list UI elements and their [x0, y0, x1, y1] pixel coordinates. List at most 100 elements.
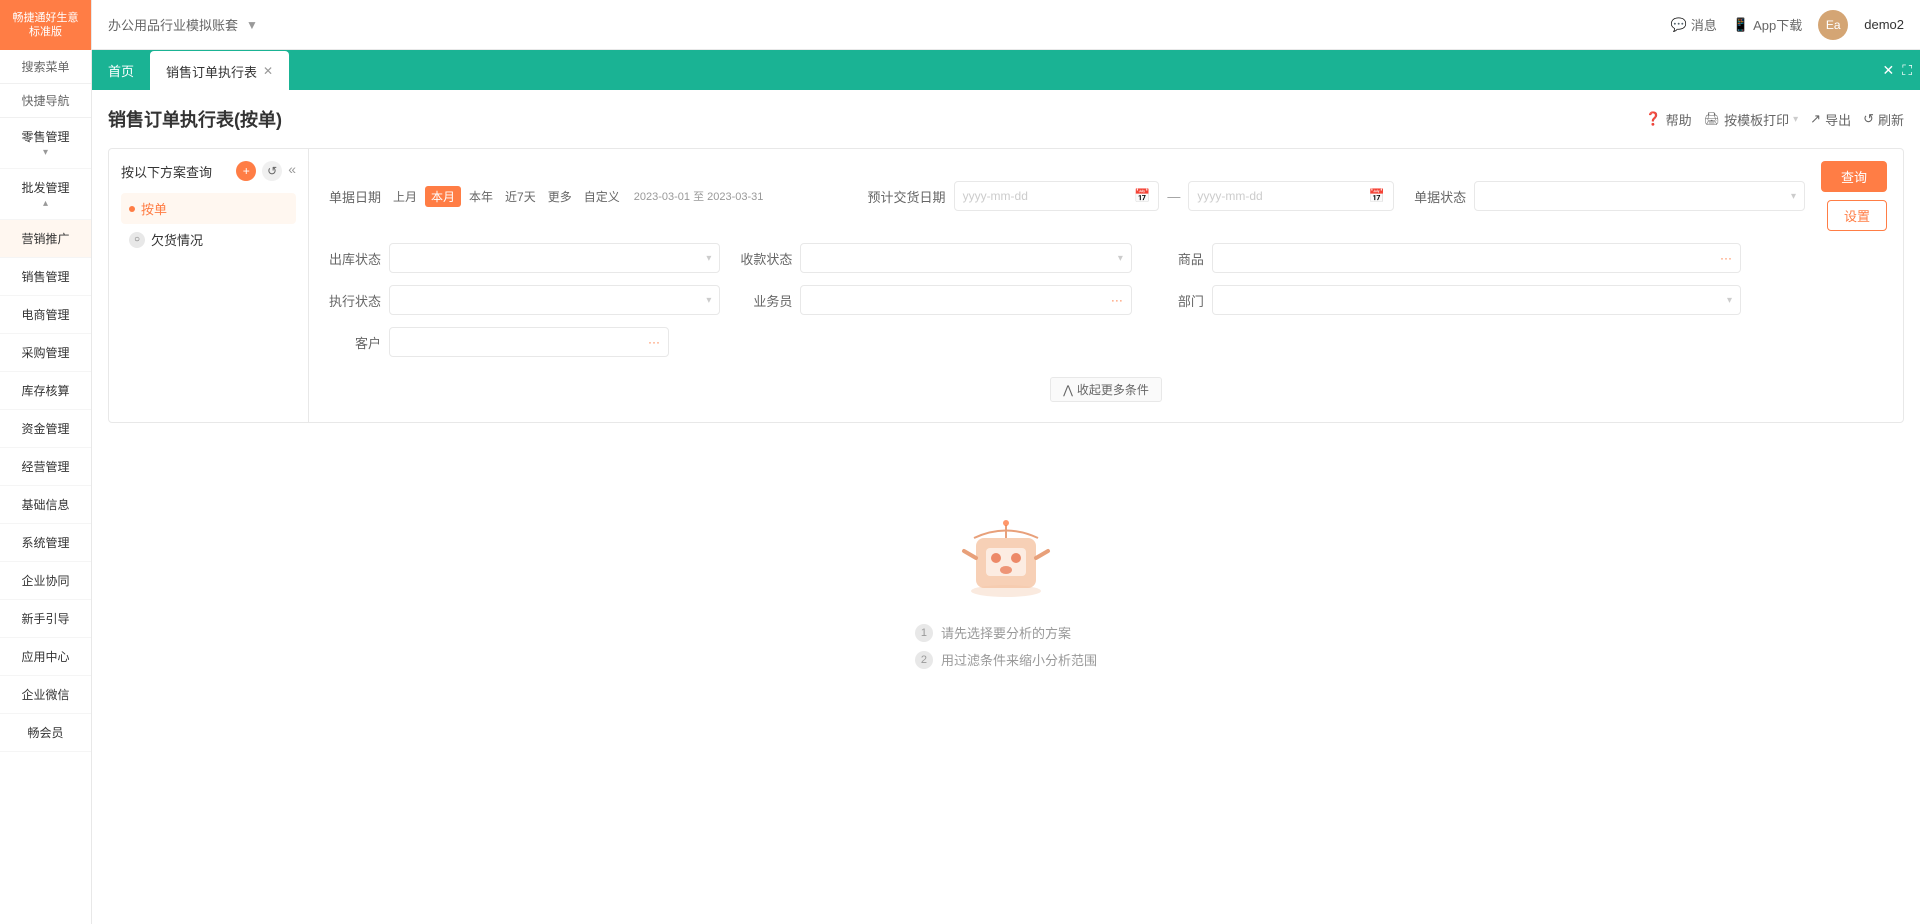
scheme-press-order[interactable]: 按单	[121, 193, 296, 224]
sidebar-item-finance[interactable]: 资金管理	[0, 410, 91, 448]
avatar-text: Ea	[1826, 18, 1841, 32]
collapse-button[interactable]: ⋀ 收起更多条件	[1050, 377, 1162, 402]
sidebar-logo[interactable]: 畅捷通好生意标准版	[0, 0, 91, 50]
refresh-button[interactable]: ↺ 刷新	[1863, 110, 1904, 129]
topbar: 办公用品行业模拟账套 ▼ 💬 消息 📱 App下载 Ea demo2	[92, 0, 1920, 50]
salesman-more-icon[interactable]: ···	[1111, 293, 1123, 307]
status-select[interactable]: ▾	[1474, 181, 1805, 211]
sidebar-item-corp-wechat[interactable]: 企业微信	[0, 676, 91, 714]
sidebar-item-label: 营销推广	[21, 230, 69, 247]
sidebar-item-member[interactable]: 畅会员	[0, 714, 91, 752]
customer-more-icon[interactable]: ···	[648, 335, 660, 349]
action-button-group: 查询 设置	[1821, 161, 1887, 231]
salesman-input[interactable]: ···	[800, 285, 1131, 315]
date-tab-last-month[interactable]: 上月	[389, 186, 421, 207]
select-arrow-icon: ▾	[706, 253, 711, 264]
tab-sales-order-exec[interactable]: 销售订单执行表 ✕	[150, 51, 289, 91]
tab-expand-buttons: ✕ ⛶	[1882, 62, 1912, 79]
maximize-window-icon[interactable]: ⛶	[1902, 62, 1912, 79]
sidebar-subitem-sales[interactable]: 销售管理	[0, 258, 91, 296]
empty-illustration	[956, 503, 1056, 603]
exec-select[interactable]: ▾	[389, 285, 720, 315]
sidebar-item-enterprise[interactable]: 企业协同	[0, 562, 91, 600]
filter-item-status: 单据状态 ▾	[1410, 181, 1805, 211]
tab-close-icon[interactable]: ✕	[263, 64, 273, 78]
page-header: 销售订单执行表(按单) ❓ 帮助 🖨 按模板打印 ▾ ↗ 导出	[108, 106, 1904, 132]
date-tab-more[interactable]: 更多	[544, 186, 576, 207]
filter-item-outstock: 出库状态 ▾	[325, 243, 720, 273]
close-window-icon[interactable]: ✕	[1882, 62, 1894, 79]
date-tab-last7days[interactable]: 近7天	[501, 186, 540, 207]
goods-more-icon[interactable]: ···	[1720, 251, 1732, 265]
page-title: 销售订单执行表(按单)	[108, 106, 282, 132]
sidebar-item-system[interactable]: 系统管理	[0, 524, 91, 562]
tip-num-1: 1	[915, 624, 933, 642]
help-button[interactable]: ❓ 帮助	[1645, 110, 1691, 129]
refresh-label: 刷新	[1878, 110, 1904, 129]
select-arrow-icon: ▾	[1791, 191, 1796, 202]
expected-date-end-input[interactable]: yyyy-mm-dd 📅	[1188, 181, 1394, 211]
topbar-left: 办公用品行业模拟账套 ▼	[108, 15, 258, 34]
dept-select[interactable]: ▾	[1212, 285, 1741, 315]
sidebar-item-appstore[interactable]: 应用中心	[0, 638, 91, 676]
payment-select[interactable]: ▾	[800, 243, 1131, 273]
print-button[interactable]: 🖨 按模板打印 ▾	[1704, 110, 1799, 129]
collapse-scheme-button[interactable]: «	[288, 161, 296, 181]
filter-scheme-header: 按以下方案查询 + ↺ «	[121, 161, 296, 181]
sidebar-item-inventory[interactable]: 库存核算	[0, 372, 91, 410]
payment-label: 收款状态	[736, 249, 792, 268]
sidebar-item-retail[interactable]: 零售管理 ▾	[0, 118, 91, 169]
sidebar-item-newbie[interactable]: 新手引导	[0, 600, 91, 638]
scheme-arrears[interactable]: ○ 欠货情况	[121, 224, 296, 255]
date-tab-this-year[interactable]: 本年	[465, 186, 497, 207]
filter-item-payment: 收款状态 ▾	[736, 243, 1131, 273]
sidebar-subitem-marketing[interactable]: 营销推广	[0, 220, 91, 258]
tab-home[interactable]: 首页	[92, 50, 150, 90]
content-inner: 销售订单执行表(按单) ❓ 帮助 🖨 按模板打印 ▾ ↗ 导出	[92, 90, 1920, 924]
goods-label: 商品	[1148, 249, 1204, 268]
refresh-scheme-button[interactable]: ↺	[262, 161, 282, 181]
sidebar-item-operation[interactable]: 经营管理	[0, 448, 91, 486]
export-button[interactable]: ↗ 导出	[1810, 110, 1851, 129]
sidebar-item-label: 资金管理	[21, 420, 69, 437]
sidebar-item-label: 批发管理	[21, 179, 69, 196]
message-button[interactable]: 💬 消息	[1671, 15, 1717, 34]
topbar-dropdown-arrow[interactable]: ▼	[246, 18, 258, 32]
query-button[interactable]: 查询	[1821, 161, 1887, 192]
filter-item-date: 单据日期 上月 本月 本年 近7天 更多 自定义 20	[325, 186, 852, 207]
calendar-icon-end[interactable]: 📅	[1369, 188, 1385, 204]
filter-scheme-title: 按以下方案查询	[121, 162, 212, 181]
date-placeholder-end: yyyy-mm-dd	[1197, 189, 1262, 203]
sidebar-item-wholesale[interactable]: 批发管理 ▴	[0, 169, 91, 220]
sidebar-item-quick[interactable]: 快捷导航	[0, 84, 91, 118]
goods-input[interactable]: ···	[1212, 243, 1741, 273]
sidebar-item-label: 快捷导航	[21, 94, 69, 108]
settings-button[interactable]: 设置	[1827, 200, 1887, 231]
sidebar-item-label: 新手引导	[21, 610, 69, 627]
chevron-up-icon: ▴	[43, 198, 48, 209]
sidebar-item-basic[interactable]: 基础信息	[0, 486, 91, 524]
tab-home-label: 首页	[108, 61, 134, 80]
sidebar: 畅捷通好生意标准版 搜索菜单 快捷导航 零售管理 ▾ 批发管理 ▴ 营销推广 销…	[0, 0, 92, 924]
empty-svg	[956, 503, 1056, 603]
user-avatar[interactable]: Ea	[1818, 10, 1848, 40]
date-tab-custom[interactable]: 自定义	[580, 186, 624, 207]
empty-tips: 1 请先选择要分析的方案 2 用过滤条件来缩小分析范围	[915, 623, 1097, 669]
outstock-label: 出库状态	[325, 249, 381, 268]
app-download-button[interactable]: 📱 App下载	[1733, 15, 1802, 34]
topbar-right: 💬 消息 📱 App下载 Ea demo2	[1671, 10, 1904, 40]
sidebar-item-ecommerce[interactable]: 电商管理	[0, 296, 91, 334]
add-scheme-button[interactable]: +	[236, 161, 256, 181]
tabbar: 首页 销售订单执行表 ✕ ✕ ⛶	[92, 50, 1920, 90]
date-tab-this-month[interactable]: 本月	[425, 186, 461, 207]
sidebar-item-search[interactable]: 搜索菜单	[0, 50, 91, 84]
date-label: 单据日期	[325, 187, 381, 206]
outstock-select[interactable]: ▾	[389, 243, 720, 273]
collapse-up-icon: ⋀	[1063, 383, 1073, 397]
message-label: 消息	[1691, 15, 1717, 34]
customer-input[interactable]: ···	[389, 327, 669, 357]
expected-date-start-input[interactable]: yyyy-mm-dd 📅	[954, 181, 1160, 211]
sidebar-item-purchase[interactable]: 采购管理	[0, 334, 91, 372]
date-tabs: 上月 本月 本年 近7天 更多 自定义	[389, 186, 624, 207]
calendar-icon-start[interactable]: 📅	[1134, 188, 1150, 204]
